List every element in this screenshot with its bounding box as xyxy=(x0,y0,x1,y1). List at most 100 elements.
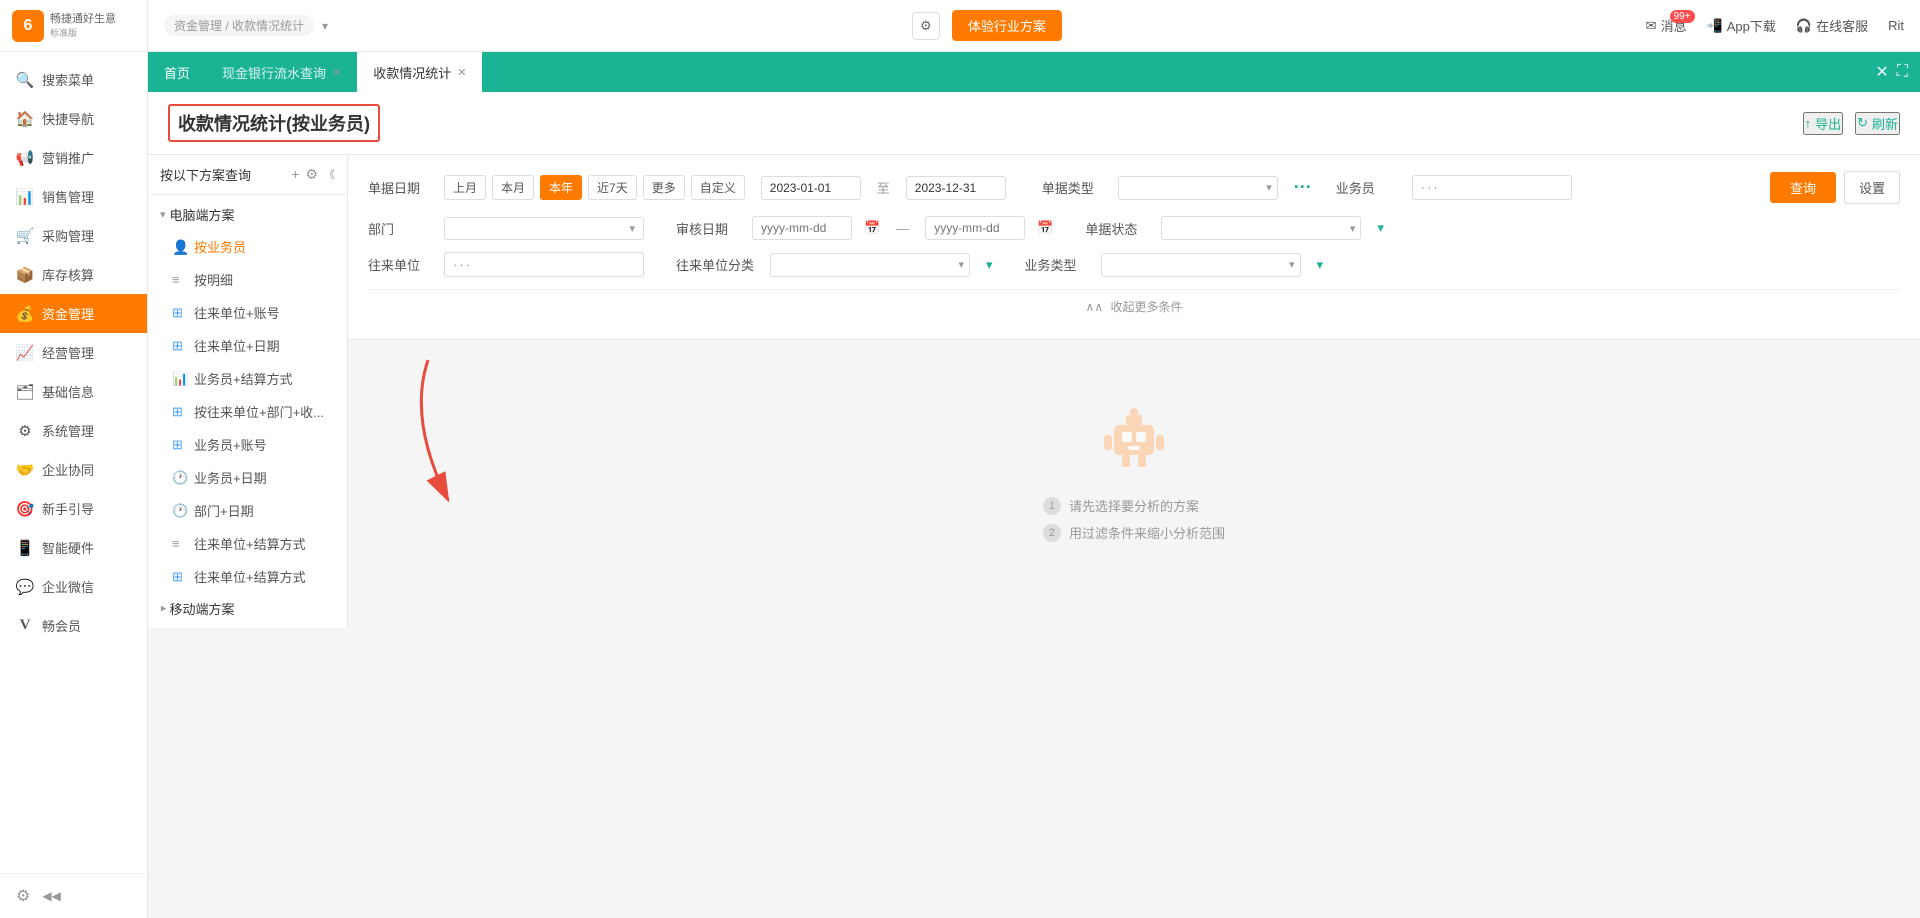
calendar-to-icon[interactable]: 📅 xyxy=(1037,220,1053,236)
sidebar-item-search[interactable]: 🔍 搜索菜单 xyxy=(0,60,147,99)
tab-bank-flow[interactable]: 现金银行流水查询 ✕ xyxy=(206,52,357,92)
enterprise-icon: 🤝 xyxy=(16,461,34,479)
tab-collection-stat[interactable]: 收款情况统计 ✕ xyxy=(357,52,482,92)
page-title-box: 收款情况统计(按业务员) xyxy=(168,104,380,142)
scheme-item-salesperson-date[interactable]: 🕐 业务员+日期 xyxy=(148,461,347,494)
tab-close-all-icon[interactable]: ✕ xyxy=(1875,62,1888,82)
counterpart-cat-select[interactable] xyxy=(770,253,970,277)
sidebar-item-finance[interactable]: 💰 资金管理 xyxy=(0,294,147,333)
salesperson-label: 业务员 xyxy=(1336,178,1396,197)
basic-icon: 🗂 xyxy=(16,383,34,401)
user-avatar[interactable]: Rit xyxy=(1888,18,1904,33)
gear-button[interactable]: ⚙ xyxy=(912,12,940,40)
scheme-item-partner-dept[interactable]: ⊞ 按往来单位+部门+收... xyxy=(148,395,347,428)
scheme-group-pc-header[interactable]: ▾ 电脑端方案 xyxy=(148,199,347,230)
tab-collection-stat-close[interactable]: ✕ xyxy=(457,66,466,79)
headset-icon: 🎧 xyxy=(1796,18,1812,34)
app-download-button[interactable]: 📲 App下载 xyxy=(1707,16,1776,35)
message-button[interactable]: ✉ 消息 99+ xyxy=(1646,16,1687,35)
scheme-add-icon[interactable]: + xyxy=(291,166,299,183)
collapse-up-icon: ∧∧ xyxy=(1086,300,1104,314)
scheme-item-label: 往来单位+日期 xyxy=(194,336,280,355)
operations-icon: 📈 xyxy=(16,344,34,362)
header-right: ✉ 消息 99+ 📲 App下载 🎧 在线客服 Rit xyxy=(1646,16,1904,35)
person-icon: 👤 xyxy=(172,239,188,255)
user-name-label: Rit xyxy=(1888,18,1904,33)
scheme-item-partner-settlement1[interactable]: ≡ 往来单位+结算方式 xyxy=(148,527,347,560)
sidebar-item-purchase[interactable]: 🛒 采购管理 xyxy=(0,216,147,255)
empty-robot-icon xyxy=(1094,400,1174,480)
scheme-item-partner-settlement2[interactable]: ⊞ 往来单位+结算方式 xyxy=(148,560,347,593)
sidebar-item-enterprise[interactable]: 🤝 企业协同 xyxy=(0,450,147,489)
collapse-bottom-icon[interactable]: ◀◀ xyxy=(42,889,60,903)
scheme-group-mobile-header[interactable]: ▾ 移动端方案 xyxy=(148,593,347,624)
biz-type-select[interactable] xyxy=(1101,253,1301,277)
logo-badge: 标准版 xyxy=(50,26,116,39)
filter-settings-button[interactable]: 设置 xyxy=(1844,171,1900,204)
export-button[interactable]: ↑ 导出 xyxy=(1803,112,1844,135)
trial-button[interactable]: 体验行业方案 xyxy=(952,10,1062,41)
doc-status-select-wrap[interactable] xyxy=(1161,216,1361,240)
filter-row-3: 往来单位 ··· 往来单位分类 ▾ 业务类型 xyxy=(368,252,1900,277)
scheme-item-salesperson-account[interactable]: ⊞ 业务员+账号 xyxy=(148,428,347,461)
dept-select[interactable]: ▾ xyxy=(444,217,644,240)
counterpart-input[interactable]: ··· xyxy=(444,252,644,277)
sidebar-item-system[interactable]: ⚙ 系统管理 xyxy=(0,411,147,450)
query-button[interactable]: 查询 xyxy=(1770,172,1836,203)
sidebar-item-member[interactable]: V 畅会员 xyxy=(0,606,147,645)
sidebar-item-guide[interactable]: 🎯 新手引导 xyxy=(0,489,147,528)
tab-expand-icon[interactable]: ⛶ xyxy=(1897,63,1908,81)
biz-type-arrow-icon[interactable]: ▾ xyxy=(1317,257,1324,273)
scheme-item-salesperson-settlement[interactable]: 📊 业务员+结算方式 xyxy=(148,362,347,395)
scheme-panel-actions: + ⚙ 《 xyxy=(291,166,335,183)
tab-bank-flow-close[interactable]: ✕ xyxy=(332,66,341,79)
date-btn-this-month[interactable]: 本月 xyxy=(492,175,534,200)
date-btn-last-7[interactable]: 近7天 xyxy=(588,175,637,200)
scheme-item-partner-account[interactable]: ⊞ 往来单位+账号 xyxy=(148,296,347,329)
sidebar-item-marketing[interactable]: 📢 营销推广 xyxy=(0,138,147,177)
chevron-down-icon[interactable]: ▾ xyxy=(322,19,328,33)
sidebar-item-operations[interactable]: 📈 经营管理 xyxy=(0,333,147,372)
date-btn-custom[interactable]: 自定义 xyxy=(691,175,745,200)
doc-type-more-icon[interactable]: ··· xyxy=(1294,177,1312,198)
biz-type-select-wrap[interactable] xyxy=(1101,253,1301,277)
tab-home[interactable]: 首页 xyxy=(148,52,206,92)
refresh-button[interactable]: ↻ 刷新 xyxy=(1855,112,1900,135)
sidebar-item-quick-nav[interactable]: 🏠 快捷导航 xyxy=(0,99,147,138)
counterpart-cat-select-wrap[interactable] xyxy=(770,253,970,277)
audit-date-from-input[interactable] xyxy=(752,216,852,240)
sidebar-item-basic[interactable]: 🗂 基础信息 xyxy=(0,372,147,411)
settings-bottom-icon[interactable]: ⚙ xyxy=(16,886,30,906)
filter-row-2: 部门 ▾ 审核日期 📅 — 📅 单据状态 xyxy=(368,216,1900,240)
online-service-button[interactable]: 🎧 在线客服 xyxy=(1796,16,1868,35)
counterpart-cat-arrow-icon[interactable]: ▾ xyxy=(986,257,993,273)
doc-status-arrow-icon[interactable]: ▾ xyxy=(1377,220,1384,236)
doc-type-select-wrap[interactable] xyxy=(1118,176,1278,200)
date-btn-last-month[interactable]: 上月 xyxy=(444,175,486,200)
scheme-collapse-icon[interactable]: 《 xyxy=(324,166,335,183)
scheme-item-partner-date[interactable]: ⊞ 往来单位+日期 xyxy=(148,329,347,362)
salesperson-input[interactable]: ··· xyxy=(1412,175,1572,200)
audit-date-to-input[interactable] xyxy=(925,216,1025,240)
scheme-item-by-salesperson[interactable]: 👤 按业务员 xyxy=(148,230,347,263)
scheme-item-dept-date[interactable]: 🕐 部门+日期 xyxy=(148,494,347,527)
sidebar-item-hardware[interactable]: 📱 智能硬件 xyxy=(0,528,147,567)
date-btn-more[interactable]: 更多 xyxy=(643,175,685,200)
calendar-from-icon[interactable]: 📅 xyxy=(864,220,880,236)
doc-type-select[interactable] xyxy=(1118,176,1278,200)
sidebar-item-inventory[interactable]: 📦 库存核算 xyxy=(0,255,147,294)
date-from-input[interactable] xyxy=(761,176,861,200)
tab-bank-flow-label: 现金银行流水查询 xyxy=(222,63,326,82)
search-icon: 🔍 xyxy=(16,71,34,89)
scheme-settings-icon[interactable]: ⚙ xyxy=(305,166,318,183)
date-btn-this-year[interactable]: 本年 xyxy=(540,175,582,200)
doc-status-select[interactable] xyxy=(1161,216,1361,240)
content-body: 按以下方案查询 + ⚙ 《 ▾ 电脑端方案 xyxy=(148,155,1920,628)
sidebar-item-wechat[interactable]: 💬 企业微信 xyxy=(0,567,147,606)
member-icon: V xyxy=(16,617,34,635)
tip-text-1: 请先选择要分析的方案 xyxy=(1069,496,1199,515)
collapse-bar[interactable]: ∧∧ 收起更多条件 xyxy=(368,289,1900,323)
sidebar-item-sales[interactable]: 📊 销售管理 xyxy=(0,177,147,216)
scheme-item-by-detail[interactable]: ≡ 按明细 xyxy=(148,263,347,296)
date-to-input[interactable] xyxy=(906,176,1006,200)
